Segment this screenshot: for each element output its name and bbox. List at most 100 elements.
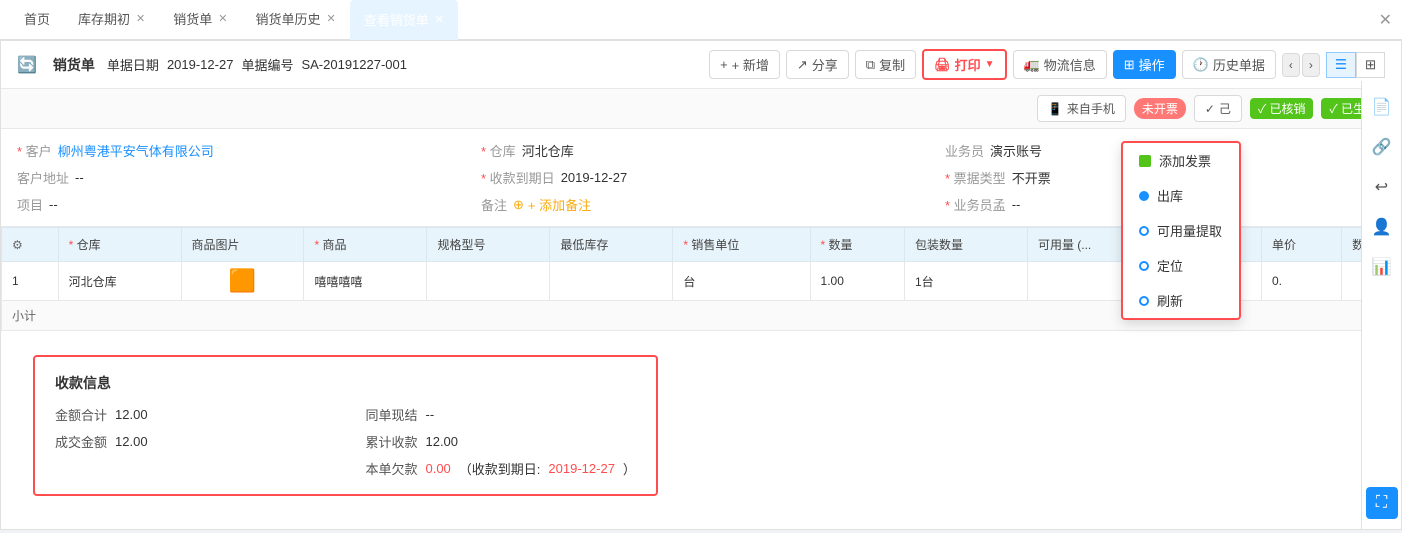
payment-box: 收款信息 金额合计 12.00 同单现结 -- 成交金额 12.00 (33, 355, 658, 496)
view-list-button[interactable]: ☰ (1326, 52, 1356, 78)
tab-inventory-close[interactable]: ✕ (136, 12, 145, 25)
tab-inventory[interactable]: 库存期初 ✕ (64, 0, 159, 40)
mobile-icon: 📱 (1048, 102, 1063, 116)
doc-icon: 🔄 (17, 55, 37, 75)
add-invoice-label: 添加发票 (1159, 151, 1211, 170)
outstanding-item: 本单欠款 0.00 （收款到期日: 2019-12-27 ） (365, 459, 635, 478)
td-no: 1 (2, 262, 59, 301)
verified-badge: ✓ 已核销 (1250, 98, 1314, 119)
th-product-img: 商品图片 (181, 228, 304, 262)
address-value: -- (75, 170, 84, 185)
operations-button[interactable]: ⊞ 操作 (1113, 50, 1176, 79)
nav-next-button[interactable]: › (1302, 53, 1320, 77)
ticket-type-label: * 票据类型 (945, 168, 1006, 187)
staff-value: 演示账号 (990, 141, 1042, 160)
new-button[interactable]: + + 新增 (709, 50, 780, 79)
add-note-button[interactable]: ⊕ + 添加备注 (513, 195, 591, 214)
nav-prev-button[interactable]: ‹ (1282, 53, 1300, 77)
outstanding-due-value: 2019-12-27 (548, 461, 615, 476)
tab-sales-close[interactable]: ✕ (218, 12, 227, 25)
sidebar-link-icon[interactable]: 🔗 (1366, 131, 1398, 163)
view-toggle: ☰ ⊞ (1326, 52, 1385, 78)
tab-history[interactable]: 销货单历史 ✕ (241, 0, 349, 40)
right-sidebar: 📄 🔗 ↩ 👤 📊 ⛶ (1361, 81, 1401, 529)
cumulative-label: 累计收款 (365, 432, 417, 451)
available-extract-item[interactable]: 可用量提取 (1123, 213, 1239, 248)
doc-header: 🔄 销货单 单据日期 2019-12-27 单据编号 SA-20191227-0… (1, 41, 1401, 89)
add-invoice-item[interactable]: 添加发票 (1123, 143, 1239, 178)
tab-history-label: 销货单历史 (255, 9, 320, 28)
logistics-icon: 🚛 (1024, 57, 1040, 73)
note-label: 备注 (481, 195, 507, 214)
refresh-item[interactable]: 刷新 (1123, 283, 1239, 318)
td-qty: 1.00 (810, 262, 904, 301)
operations-label: 操作 (1139, 55, 1165, 74)
add-note-label: + 添加备注 (528, 195, 591, 214)
settlement-label: 同单现结 (365, 405, 417, 424)
outbound-item[interactable]: 出库 (1123, 178, 1239, 213)
sidebar-chart-icon[interactable]: 📊 (1366, 251, 1398, 283)
locate-item[interactable]: 定位 (1123, 248, 1239, 283)
outstanding-due-label: （收款到期日: (459, 459, 541, 478)
customer-field: * 客户 柳州粤港平安气体有限公司 (17, 141, 457, 160)
th-min-stock: 最低库存 (550, 228, 673, 262)
sidebar-doc-icon[interactable]: 📄 (1366, 91, 1398, 123)
note-field: 备注 ⊕ + 添加备注 (481, 195, 921, 214)
logistics-button[interactable]: 🚛 物流信息 (1013, 50, 1107, 79)
tab-home[interactable]: 首页 (10, 0, 64, 40)
tab-history-close[interactable]: ✕ (327, 12, 336, 25)
toolbar-row: 📱 来自手机 未开票 ✓ 己 ✓ 已核销 ✓ 已生效 (1, 89, 1401, 129)
history-label: 历史单据 (1213, 55, 1265, 74)
payment-section: 收款信息 金额合计 12.00 同单现结 -- 成交金额 12.00 (1, 331, 1401, 520)
locate-icon (1139, 261, 1149, 271)
amount-label: 金额合计 (55, 405, 107, 424)
add-note-icon: ⊕ (513, 197, 524, 213)
td-spec (427, 262, 550, 301)
th-settings: ⚙ (2, 228, 59, 262)
outstanding-value: 0.00 (425, 461, 450, 476)
th-pack-qty: 包装数量 (904, 228, 1027, 262)
deal-amount-item: 成交金额 12.00 (55, 432, 325, 451)
tab-sales[interactable]: 销货单 ✕ (159, 0, 241, 40)
refresh-label: 刷新 (1157, 291, 1183, 310)
staff2-label: * 业务员孟 (945, 195, 1006, 214)
operations-dropdown: 添加发票 出库 可用量提取 定位 刷新 (1121, 141, 1241, 320)
doc-title: 销货单 (53, 55, 95, 75)
new-label: + 新增 (732, 55, 769, 74)
share-icon: ↗ (797, 57, 808, 73)
due-date-label: * 收款到期日 (481, 168, 555, 187)
td-min-stock (550, 262, 673, 301)
td-price: 0. (1261, 262, 1341, 301)
window-close-icon[interactable]: ✕ (1379, 10, 1392, 30)
sidebar-expand-icon[interactable]: ⛶ (1366, 487, 1398, 519)
th-warehouse: * 仓库 (58, 228, 181, 262)
view-grid-button[interactable]: ⊞ (1356, 52, 1385, 78)
th-price: 单价 (1261, 228, 1341, 262)
from-mobile-button[interactable]: 📱 来自手机 (1037, 95, 1126, 122)
tab-inventory-label: 库存期初 (78, 9, 130, 28)
sidebar-user-icon[interactable]: 👤 (1366, 211, 1398, 243)
history-button[interactable]: 🕐 历史单据 (1182, 50, 1276, 79)
print-button[interactable]: 🖨 打印 ▼ (922, 49, 1006, 80)
copy-button[interactable]: ⧉ 复制 (855, 50, 916, 79)
customer-value[interactable]: 柳州粤港平安气体有限公司 (58, 141, 214, 160)
tab-view-sales-label: 查看销货单 (364, 10, 429, 29)
project-field: 项目 -- (17, 195, 457, 214)
td-unit: 台 (673, 262, 810, 301)
outbound-icon (1139, 191, 1149, 201)
settings-icon[interactable]: ⚙ (12, 238, 23, 252)
confirm-button[interactable]: ✓ 己 (1194, 95, 1242, 122)
refresh-icon (1139, 296, 1149, 306)
product-image: 🟧 (229, 268, 256, 293)
tab-view-sales-close[interactable]: ✕ (435, 13, 444, 26)
no-label: 单据编号 (241, 55, 293, 74)
tab-view-sales[interactable]: 查看销货单 ✕ (350, 0, 458, 40)
sidebar-undo-icon[interactable]: ↩ (1366, 171, 1398, 203)
print-dropdown-icon: ▼ (985, 59, 995, 70)
tab-bar: 首页 库存期初 ✕ 销货单 ✕ 销货单历史 ✕ 查看销货单 ✕ ✕ (0, 0, 1402, 40)
cumulative-item: 累计收款 12.00 (365, 432, 635, 451)
nav-arrows: ‹ › (1282, 53, 1320, 77)
outstanding-due-end: ） (623, 459, 636, 478)
share-button[interactable]: ↗ 分享 (786, 50, 849, 79)
operations-icon: ⊞ (1124, 57, 1135, 73)
